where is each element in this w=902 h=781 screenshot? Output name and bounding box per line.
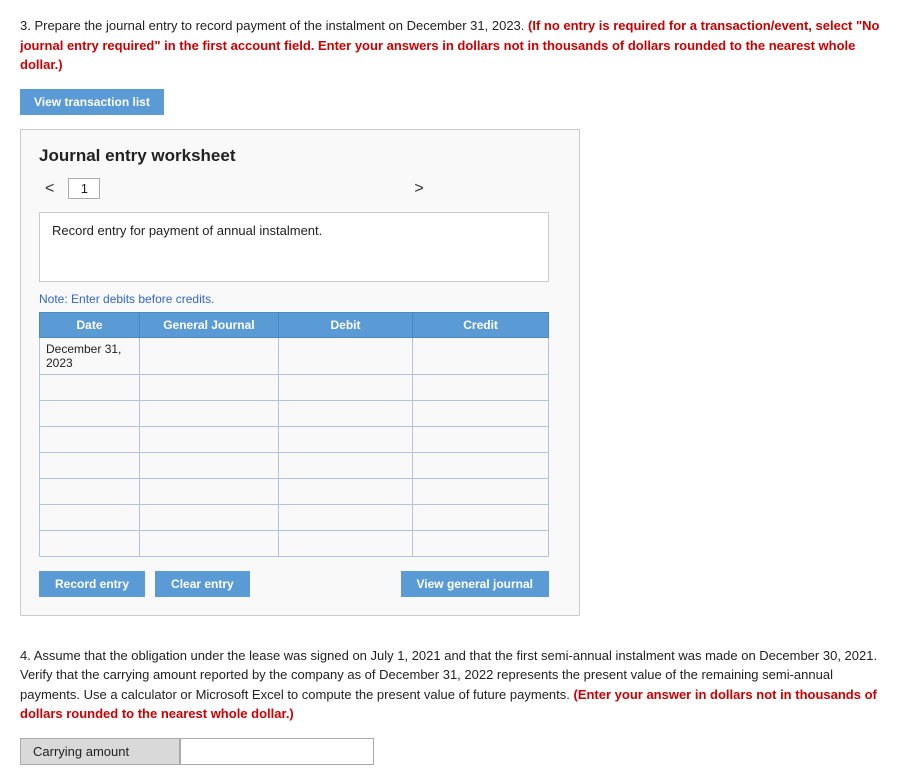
note-text: Note: Enter debits before credits. [39,292,561,306]
date-cell-4 [40,452,140,478]
journal-cell-3[interactable] [140,426,279,452]
journal-input-2[interactable] [146,407,272,421]
table-row [40,504,549,530]
credit-input-3[interactable] [419,433,542,447]
date-cell-0: December 31, 2023 [40,337,140,374]
debit-input-5[interactable] [285,485,406,499]
debit-cell-2[interactable] [278,400,412,426]
credit-cell-4[interactable] [413,452,549,478]
date-cell-5 [40,478,140,504]
credit-input-4[interactable] [419,459,542,473]
date-cell-2 [40,400,140,426]
carrying-amount-input[interactable] [180,738,374,765]
debit-cell-6[interactable] [278,504,412,530]
debit-cell-5[interactable] [278,478,412,504]
view-general-journal-button[interactable]: View general journal [401,571,549,597]
debit-input-3[interactable] [285,433,406,447]
credit-input-2[interactable] [419,407,542,421]
clear-entry-button[interactable]: Clear entry [155,571,250,597]
journal-input-1[interactable] [146,381,272,395]
credit-input-1[interactable] [419,381,542,395]
col-debit: Debit [278,312,412,337]
debit-cell-3[interactable] [278,426,412,452]
debit-input-4[interactable] [285,459,406,473]
table-row [40,374,549,400]
journal-cell-2[interactable] [140,400,279,426]
credit-cell-7[interactable] [413,530,549,556]
next-page-button[interactable]: > [408,178,429,200]
table-row [40,426,549,452]
debit-input-2[interactable] [285,407,406,421]
debit-input-0[interactable] [285,349,406,363]
journal-cell-4[interactable] [140,452,279,478]
table-row [40,530,549,556]
journal-table: Date General Journal Debit Credit Decemb… [39,312,549,557]
table-row: December 31, 2023 [40,337,549,374]
carrying-amount-label: Carrying amount [20,738,180,765]
journal-input-6[interactable] [146,511,272,525]
debit-cell-4[interactable] [278,452,412,478]
journal-worksheet: Journal entry worksheet < 1 > Record ent… [20,129,580,616]
debit-input-7[interactable] [285,537,406,551]
view-transaction-button[interactable]: View transaction list [20,89,164,115]
journal-input-4[interactable] [146,459,272,473]
debit-input-6[interactable] [285,511,406,525]
col-credit: Credit [413,312,549,337]
credit-input-0[interactable] [419,349,542,363]
table-row [40,478,549,504]
date-cell-7 [40,530,140,556]
journal-input-5[interactable] [146,485,272,499]
date-cell-6 [40,504,140,530]
date-cell-3 [40,426,140,452]
credit-input-6[interactable] [419,511,542,525]
credit-input-5[interactable] [419,485,542,499]
credit-cell-0[interactable] [413,337,549,374]
instructions-main: 3. Prepare the journal entry to record p… [20,18,528,33]
credit-cell-5[interactable] [413,478,549,504]
debit-cell-1[interactable] [278,374,412,400]
debit-cell-0[interactable] [278,337,412,374]
table-row [40,400,549,426]
nav-row: < 1 > [39,178,561,200]
entry-description: Record entry for payment of annual insta… [39,212,549,282]
journal-cell-1[interactable] [140,374,279,400]
carrying-row: Carrying amount [20,738,882,765]
credit-cell-1[interactable] [413,374,549,400]
journal-cell-6[interactable] [140,504,279,530]
credit-input-7[interactable] [419,537,542,551]
col-date: Date [40,312,140,337]
debit-cell-7[interactable] [278,530,412,556]
credit-cell-6[interactable] [413,504,549,530]
worksheet-title: Journal entry worksheet [39,146,561,166]
prev-page-button[interactable]: < [39,178,60,200]
journal-input-7[interactable] [146,537,272,551]
col-general-journal: General Journal [140,312,279,337]
button-row: Record entry Clear entry View general jo… [39,571,549,597]
journal-input-0[interactable] [146,349,272,363]
instructions: 3. Prepare the journal entry to record p… [20,16,880,75]
journal-cell-7[interactable] [140,530,279,556]
table-row [40,452,549,478]
credit-cell-3[interactable] [413,426,549,452]
debit-input-1[interactable] [285,381,406,395]
date-cell-1 [40,374,140,400]
journal-input-3[interactable] [146,433,272,447]
record-entry-button[interactable]: Record entry [39,571,145,597]
journal-cell-5[interactable] [140,478,279,504]
journal-cell-0[interactable] [140,337,279,374]
credit-cell-2[interactable] [413,400,549,426]
question4: 4. Assume that the obligation under the … [20,646,880,724]
page-number: 1 [68,178,100,199]
